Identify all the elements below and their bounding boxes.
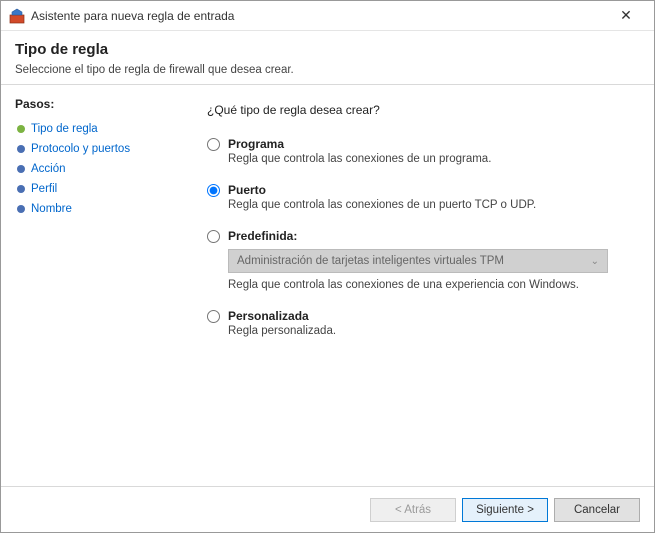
steps-label: Pasos: [15,97,163,111]
step-label: Tipo de regla [31,123,98,135]
radio-programa[interactable] [207,138,220,151]
bullet-icon [17,205,25,213]
bullet-icon [17,125,25,133]
bullet-icon [17,145,25,153]
option-predefinida: Predefinida: Administración de tarjetas … [207,229,626,291]
option-desc: Regla personalizada. [228,325,626,337]
prompt-text: ¿Qué tipo de regla desea crear? [207,103,626,117]
option-label: Puerto [228,183,266,197]
step-label: Perfil [31,183,57,195]
radio-predefinida[interactable] [207,230,220,243]
option-personalizada: Personalizada Regla personalizada. [207,309,626,337]
step-label: Nombre [31,203,72,215]
titlebar: Asistente para nueva regla de entrada ✕ [1,1,654,31]
window-title: Asistente para nueva regla de entrada [31,9,606,23]
next-button[interactable]: Siguiente > [462,498,548,522]
steps-sidebar: Pasos: Tipo de regla Protocolo y puertos… [1,85,171,486]
close-button[interactable]: ✕ [606,7,646,24]
radio-personalizada[interactable] [207,310,220,323]
bullet-icon [17,185,25,193]
option-desc: Regla que controla las conexiones de un … [228,153,626,165]
step-label: Protocolo y puertos [31,143,130,155]
dropdown-value: Administración de tarjetas inteligentes … [237,255,504,267]
option-row[interactable]: Personalizada [207,309,626,323]
option-desc: Regla que controla las conexiones de una… [228,279,626,291]
option-puerto: Puerto Regla que controla las conexiones… [207,183,626,211]
wizard-body: Pasos: Tipo de regla Protocolo y puertos… [1,85,654,486]
wizard-header: Tipo de regla Seleccione el tipo de regl… [1,31,654,85]
radio-puerto[interactable] [207,184,220,197]
option-row[interactable]: Puerto [207,183,626,197]
option-programa: Programa Regla que controla las conexion… [207,137,626,165]
firewall-icon [9,8,25,24]
cancel-button[interactable]: Cancelar [554,498,640,522]
chevron-down-icon: ⌄ [591,256,599,267]
page-subtitle: Seleccione el tipo de regla de firewall … [15,64,640,76]
option-label: Programa [228,137,284,151]
option-row[interactable]: Programa [207,137,626,151]
back-button: < Atrás [370,498,456,522]
predefinida-dropdown: Administración de tarjetas inteligentes … [228,249,608,273]
step-accion[interactable]: Acción [15,159,163,179]
option-desc: Regla que controla las conexiones de un … [228,199,626,211]
step-protocolo-y-puertos[interactable]: Protocolo y puertos [15,139,163,159]
wizard-footer: < Atrás Siguiente > Cancelar [1,486,654,532]
bullet-icon [17,165,25,173]
step-nombre[interactable]: Nombre [15,199,163,219]
step-perfil[interactable]: Perfil [15,179,163,199]
option-label: Predefinida: [228,229,297,243]
step-tipo-de-regla[interactable]: Tipo de regla [15,119,163,139]
step-label: Acción [31,163,66,175]
page-title: Tipo de regla [15,41,640,58]
main-panel: ¿Qué tipo de regla desea crear? Programa… [171,85,654,486]
option-label: Personalizada [228,309,309,323]
option-row[interactable]: Predefinida: [207,229,626,243]
